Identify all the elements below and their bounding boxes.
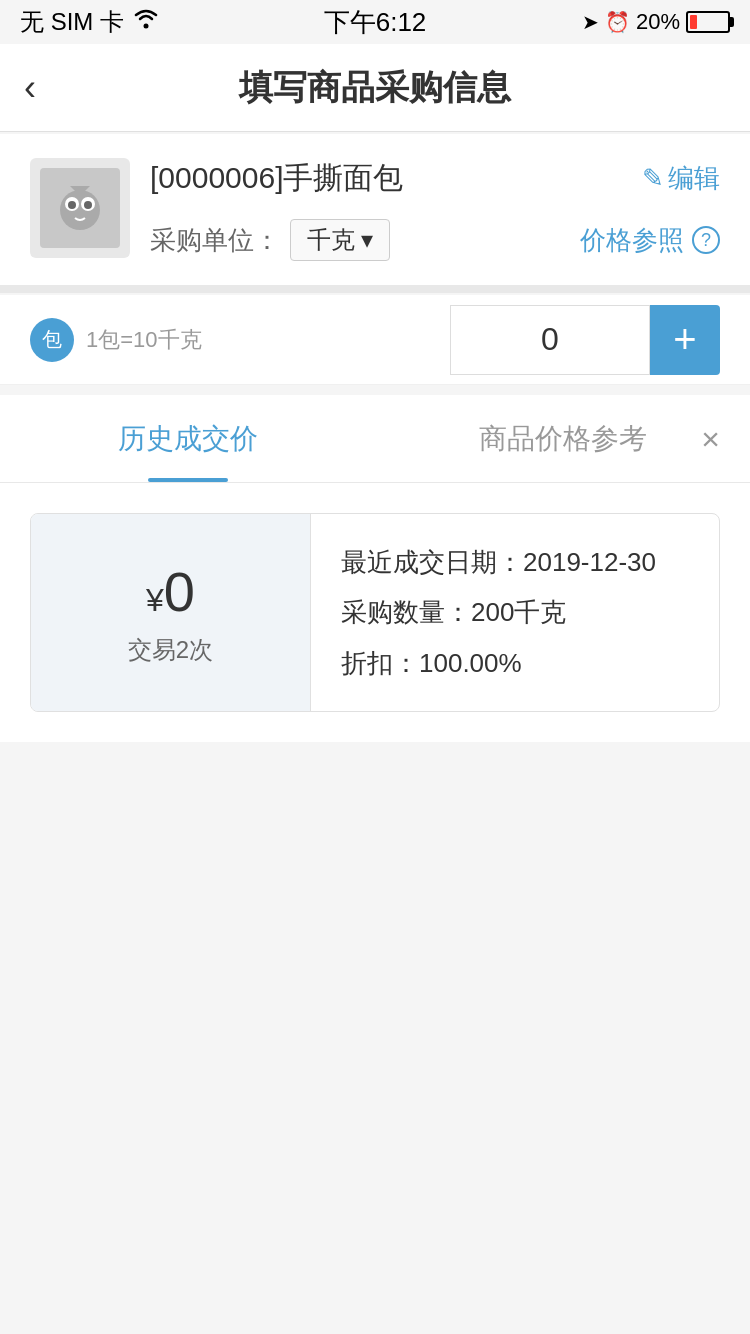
product-unit-row: 采购单位： 千克 ▾ 价格参照 ? [150, 219, 720, 261]
trade-count: 交易2次 [128, 634, 213, 666]
location-icon: ➤ [582, 10, 599, 34]
carrier-text: 无 SIM 卡 [20, 6, 124, 38]
trade-card: ¥0 交易2次 最近成交日期：2019-12-30 采购数量：200千克 折扣：… [30, 513, 720, 712]
tabs-section: 历史成交价 商品价格参考 × ¥0 交易2次 最近成交日期：2019-12-30… [0, 395, 750, 742]
price-reference-button[interactable]: 价格参照 ? [580, 223, 720, 258]
battery-icon [686, 11, 730, 33]
quantity-section: 包 1包=10千克 + [0, 295, 750, 385]
unit-conversion: 1包=10千克 [86, 325, 202, 355]
svg-point-0 [144, 24, 149, 29]
tabs-header: 历史成交价 商品价格参考 × [0, 395, 750, 483]
product-thumbnail [40, 168, 120, 248]
unit-label: 采购单位： 千克 ▾ [150, 219, 390, 261]
quantity-row: 包 1包=10千克 + [0, 295, 750, 385]
edit-icon: ✎ [642, 163, 664, 194]
product-card: [0000006]手撕面包 ✎ 编辑 采购单位： 千克 ▾ 价格参照 ? [0, 134, 750, 285]
price-ref-label: 价格参照 [580, 223, 684, 258]
status-right-group: ➤ ⏰ 20% [582, 9, 730, 35]
trade-price: ¥0 [146, 559, 195, 624]
section-divider [0, 285, 750, 293]
main-background [0, 742, 750, 1334]
alarm-icon: ⏰ [605, 10, 630, 34]
wifi-icon [132, 8, 160, 36]
nav-bar: ‹ 填写商品采购信息 [0, 44, 750, 132]
trade-amount: 0 [164, 560, 195, 623]
status-time: 下午6:12 [324, 5, 427, 40]
discount-label: 折扣： [341, 648, 419, 678]
dropdown-arrow-icon: ▾ [361, 226, 373, 254]
unit-value: 千克 [307, 224, 355, 256]
tab-history-label: 历史成交价 [118, 420, 258, 458]
discount-value: 100.00% [419, 648, 522, 678]
product-image [30, 158, 130, 258]
trade-details: 最近成交日期：2019-12-30 采购数量：200千克 折扣：100.00% [311, 514, 719, 711]
product-name: [0000006]手撕面包 [150, 158, 403, 199]
product-info: [0000006]手撕面包 ✎ 编辑 采购单位： 千克 ▾ 价格参照 ? [150, 158, 720, 261]
recent-date-label: 最近成交日期： [341, 547, 523, 577]
svg-point-5 [84, 201, 92, 209]
status-bar: 无 SIM 卡 下午6:12 ➤ ⏰ 20% [0, 0, 750, 44]
unit-name: 包 [42, 326, 62, 353]
svg-point-4 [68, 201, 76, 209]
quantity-input[interactable] [450, 305, 650, 375]
tab-history-price[interactable]: 历史成交价 [0, 395, 375, 482]
currency-symbol: ¥ [146, 582, 164, 618]
quantity-plus-button[interactable]: + [650, 305, 720, 375]
status-carrier: 无 SIM 卡 [20, 6, 160, 38]
quantity-controls: + [230, 305, 720, 375]
battery-percent: 20% [636, 9, 680, 35]
tab-active-indicator [148, 478, 228, 482]
edit-label: 编辑 [668, 161, 720, 196]
battery-fill [690, 15, 697, 29]
quantity-detail-label: 采购数量： [341, 597, 471, 627]
discount-row: 折扣：100.00% [341, 645, 689, 681]
recent-date-row: 最近成交日期：2019-12-30 [341, 544, 689, 580]
quantity-row-detail: 采购数量：200千克 [341, 594, 689, 630]
page-title: 填写商品采购信息 [239, 65, 511, 111]
quantity-detail-value: 200千克 [471, 597, 566, 627]
trade-price-section: ¥0 交易2次 [31, 514, 311, 711]
edit-button[interactable]: ✎ 编辑 [642, 161, 720, 196]
product-top-row: [0000006]手撕面包 ✎ 编辑 [150, 158, 720, 199]
quantity-unit-info: 包 1包=10千克 [30, 318, 230, 362]
back-button[interactable]: ‹ [24, 67, 36, 109]
tab-price-reference[interactable]: 商品价格参考 [375, 395, 750, 482]
unit-select-button[interactable]: 千克 ▾ [290, 219, 390, 261]
unit-label-text: 采购单位： [150, 223, 280, 258]
price-ref-help-icon: ? [692, 226, 720, 254]
history-content: ¥0 交易2次 最近成交日期：2019-12-30 采购数量：200千克 折扣：… [0, 483, 750, 742]
recent-date-value: 2019-12-30 [523, 547, 656, 577]
tab-reference-label: 商品价格参考 [479, 420, 647, 458]
tab-close-button[interactable]: × [701, 420, 720, 457]
unit-badge: 包 [30, 318, 74, 362]
